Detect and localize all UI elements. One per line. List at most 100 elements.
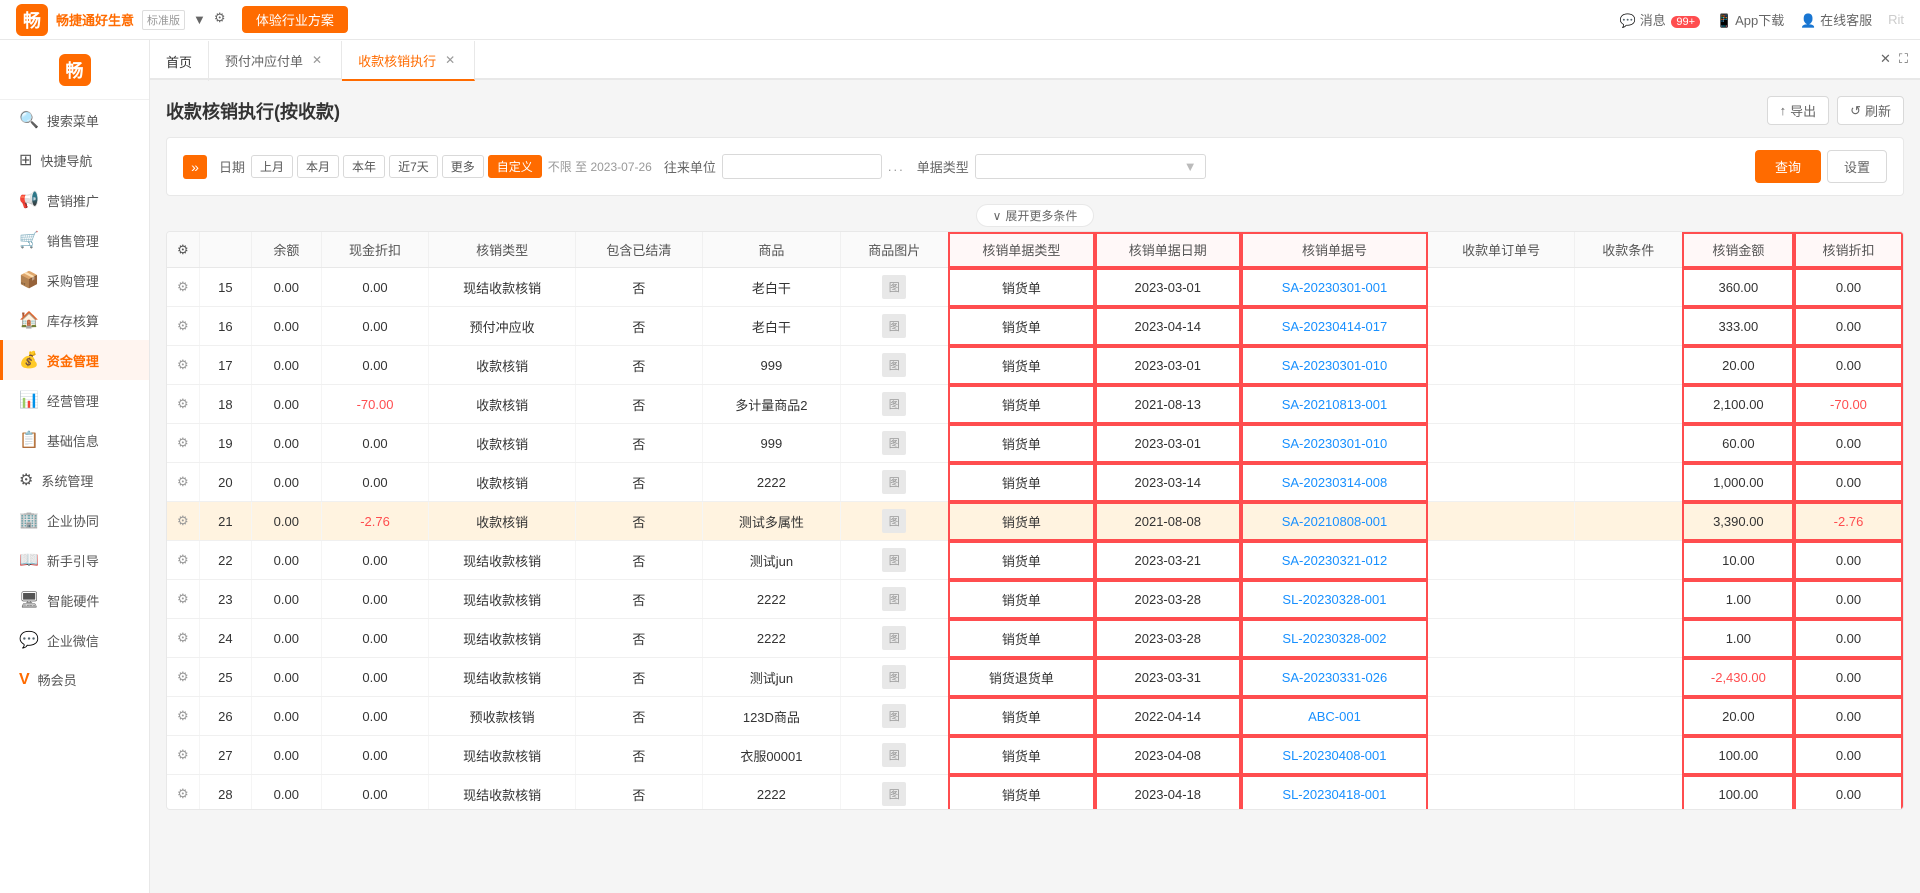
td-settings[interactable]: ⚙ (167, 619, 199, 658)
query-btn[interactable]: 查询 (1755, 150, 1821, 183)
sidebar-item-basic[interactable]: 📋 基础信息 (0, 420, 149, 460)
quicknav-icon: ⊞ (19, 150, 32, 170)
verify-no-link[interactable]: SA-20230301-010 (1282, 358, 1388, 373)
td-settings[interactable]: ⚙ (167, 424, 199, 463)
tab-prepay-close[interactable]: ✕ (309, 52, 325, 68)
sidebar-item-quicknav[interactable]: ⊞ 快捷导航 (0, 140, 149, 180)
tab-prepay[interactable]: 预付冲应付单 ✕ (209, 41, 342, 81)
app-download[interactable]: 📱 App下载 (1716, 10, 1784, 29)
td-settings[interactable]: ⚙ (167, 502, 199, 541)
sidebar-item-purchase[interactable]: 📦 采购管理 (0, 260, 149, 300)
table-row[interactable]: ⚙ 24 0.00 0.00 现结收款核销 否 2222 图 销货单 2023-… (167, 619, 1903, 658)
td-balance: 0.00 (252, 775, 321, 811)
table-row[interactable]: ⚙ 19 0.00 0.00 收款核销 否 999 图 销货单 2023-03-… (167, 424, 1903, 463)
tab-home[interactable]: 首页 (150, 41, 209, 81)
sidebar-item-system[interactable]: ⚙ 系统管理 (0, 460, 149, 500)
td-collection-condition (1574, 385, 1682, 424)
verify-no-link[interactable]: SL-20230328-002 (1282, 631, 1386, 646)
table-row[interactable]: ⚙ 20 0.00 0.00 收款核销 否 2222 图 销货单 2023-03… (167, 463, 1903, 502)
sidebar-item-wechat[interactable]: 💬 企业微信 (0, 620, 149, 660)
verify-no-link[interactable]: SA-20230301-010 (1282, 436, 1388, 451)
table-row[interactable]: ⚙ 16 0.00 0.00 预付冲应收 否 老白干 图 销货单 2023-04… (167, 307, 1903, 346)
sidebar-item-inventory[interactable]: 🏠 库存核算 (0, 300, 149, 340)
verify-no-link[interactable]: SA-20210813-001 (1282, 397, 1388, 412)
tab-collection-close[interactable]: ✕ (442, 52, 458, 68)
table-row[interactable]: ⚙ 26 0.00 0.00 预收款核销 否 123D商品 图 销货单 2022… (167, 697, 1903, 736)
th-settings[interactable]: ⚙ (167, 232, 199, 268)
td-verify-no: SL-20230328-001 (1241, 580, 1428, 619)
th-collection-condition: 收款条件 (1574, 232, 1682, 268)
sidebar-item-corp[interactable]: 🏢 企业协同 (0, 500, 149, 540)
verify-no-link[interactable]: ABC-001 (1308, 709, 1361, 724)
date-btn-custom[interactable]: 自定义 (488, 155, 542, 178)
close-tab-icon[interactable]: ✕ (1880, 51, 1891, 67)
table-row[interactable]: ⚙ 17 0.00 0.00 收款核销 否 999 图 销货单 2023-03-… (167, 346, 1903, 385)
sidebar-item-finance[interactable]: 💰 资金管理 (0, 340, 149, 380)
table-row[interactable]: ⚙ 21 0.00 -2.76 收款核销 否 测试多属性 图 销货单 2021-… (167, 502, 1903, 541)
message-icon[interactable]: 💬 消息 99+ (1620, 10, 1700, 29)
td-settings[interactable]: ⚙ (167, 658, 199, 697)
supplier-input[interactable] (722, 154, 882, 179)
td-balance: 0.00 (252, 424, 321, 463)
sidebar-item-search[interactable]: 🔍 搜索菜单 (0, 100, 149, 140)
th-balance: 余额 (252, 232, 321, 268)
td-settings[interactable]: ⚙ (167, 736, 199, 775)
td-settings[interactable]: ⚙ (167, 541, 199, 580)
td-settings[interactable]: ⚙ (167, 307, 199, 346)
refresh-btn[interactable]: ↺ 刷新 (1837, 96, 1904, 125)
verify-no-link[interactable]: SA-20230414-017 (1282, 319, 1388, 334)
sidebar-item-sales[interactable]: 🛒 销售管理 (0, 220, 149, 260)
online-service[interactable]: 👤 在线客服 (1800, 10, 1872, 29)
table-row[interactable]: ⚙ 15 0.00 0.00 现结收款核销 否 老白干 图 销货单 2023-0… (167, 268, 1903, 307)
date-btn-this-month[interactable]: 本月 (297, 155, 339, 178)
table-row[interactable]: ⚙ 28 0.00 0.00 现结收款核销 否 2222 图 销货单 2023-… (167, 775, 1903, 811)
sidebar-item-member[interactable]: V 畅会员 (0, 660, 149, 699)
sidebar-item-marketing[interactable]: 📢 营销推广 (0, 180, 149, 220)
td-verify-type: 现结收款核销 (429, 775, 575, 811)
billtype-input[interactable] (976, 155, 1176, 178)
table-row[interactable]: ⚙ 27 0.00 0.00 现结收款核销 否 衣服00001 图 销货单 20… (167, 736, 1903, 775)
td-settings[interactable]: ⚙ (167, 775, 199, 811)
table-row[interactable]: ⚙ 22 0.00 0.00 现结收款核销 否 测试jun 图 销货单 2023… (167, 541, 1903, 580)
table-row[interactable]: ⚙ 18 0.00 -70.00 收款核销 否 多计量商品2 图 销货单 202… (167, 385, 1903, 424)
verify-no-link[interactable]: SA-20230321-012 (1282, 553, 1388, 568)
export-btn[interactable]: ↑ 导出 (1767, 96, 1830, 125)
date-btn-more[interactable]: 更多 (442, 155, 484, 178)
dropdown-arrow[interactable]: ▼ (193, 12, 206, 27)
tab-collection[interactable]: 收款核销执行 ✕ (342, 41, 475, 81)
expand-conditions-btn[interactable]: ∨ 展开更多条件 (976, 204, 1095, 227)
filter-toggle-btn[interactable]: » (183, 155, 207, 179)
td-balance: 0.00 (252, 736, 321, 775)
sidebar-item-guide[interactable]: 📖 新手引导 (0, 540, 149, 580)
verify-no-link[interactable]: SL-20230408-001 (1282, 748, 1386, 763)
setting-btn[interactable]: 设置 (1827, 150, 1887, 183)
verify-no-link[interactable]: SA-20210808-001 (1282, 514, 1388, 529)
search-icon: 🔍 (19, 110, 39, 130)
verify-no-link[interactable]: SA-20230314-008 (1282, 475, 1388, 490)
verify-no-link[interactable]: SL-20230418-001 (1282, 787, 1386, 802)
trial-btn[interactable]: 体验行业方案 (242, 6, 348, 33)
verify-no-link[interactable]: SA-20230331-026 (1282, 670, 1388, 685)
table-row[interactable]: ⚙ 25 0.00 0.00 现结收款核销 否 测试jun 图 销货退货单 20… (167, 658, 1903, 697)
sidebar-item-ops[interactable]: 📊 经营管理 (0, 380, 149, 420)
td-settings[interactable]: ⚙ (167, 385, 199, 424)
td-balance: 0.00 (252, 541, 321, 580)
top-bar: 畅 畅捷通好生意 标准版 ▼ ⚙ 体验行业方案 💬 消息 99+ 📱 App下载… (0, 0, 1920, 40)
td-settings[interactable]: ⚙ (167, 580, 199, 619)
table-row[interactable]: ⚙ 23 0.00 0.00 现结收款核销 否 2222 图 销货单 2023-… (167, 580, 1903, 619)
gear-icon[interactable]: ⚙ (214, 10, 234, 30)
verify-no-link[interactable]: SA-20230301-001 (1282, 280, 1388, 295)
td-verify-type: 现结收款核销 (429, 619, 575, 658)
fullscreen-icon[interactable]: ⛶ (1899, 51, 1908, 67)
td-settings[interactable]: ⚙ (167, 697, 199, 736)
date-btn-this-year[interactable]: 本年 (343, 155, 385, 178)
td-settings[interactable]: ⚙ (167, 346, 199, 385)
sidebar-item-hardware[interactable]: 🖥 智能硬件 (0, 580, 149, 620)
td-settings[interactable]: ⚙ (167, 268, 199, 307)
date-btn-last-month[interactable]: 上月 (251, 155, 293, 178)
verify-no-link[interactable]: SL-20230328-001 (1282, 592, 1386, 607)
sidebar-label-guide: 新手引导 (47, 551, 99, 570)
td-seq: 17 (199, 346, 251, 385)
date-btn-7days[interactable]: 近7天 (389, 155, 438, 178)
td-settings[interactable]: ⚙ (167, 463, 199, 502)
